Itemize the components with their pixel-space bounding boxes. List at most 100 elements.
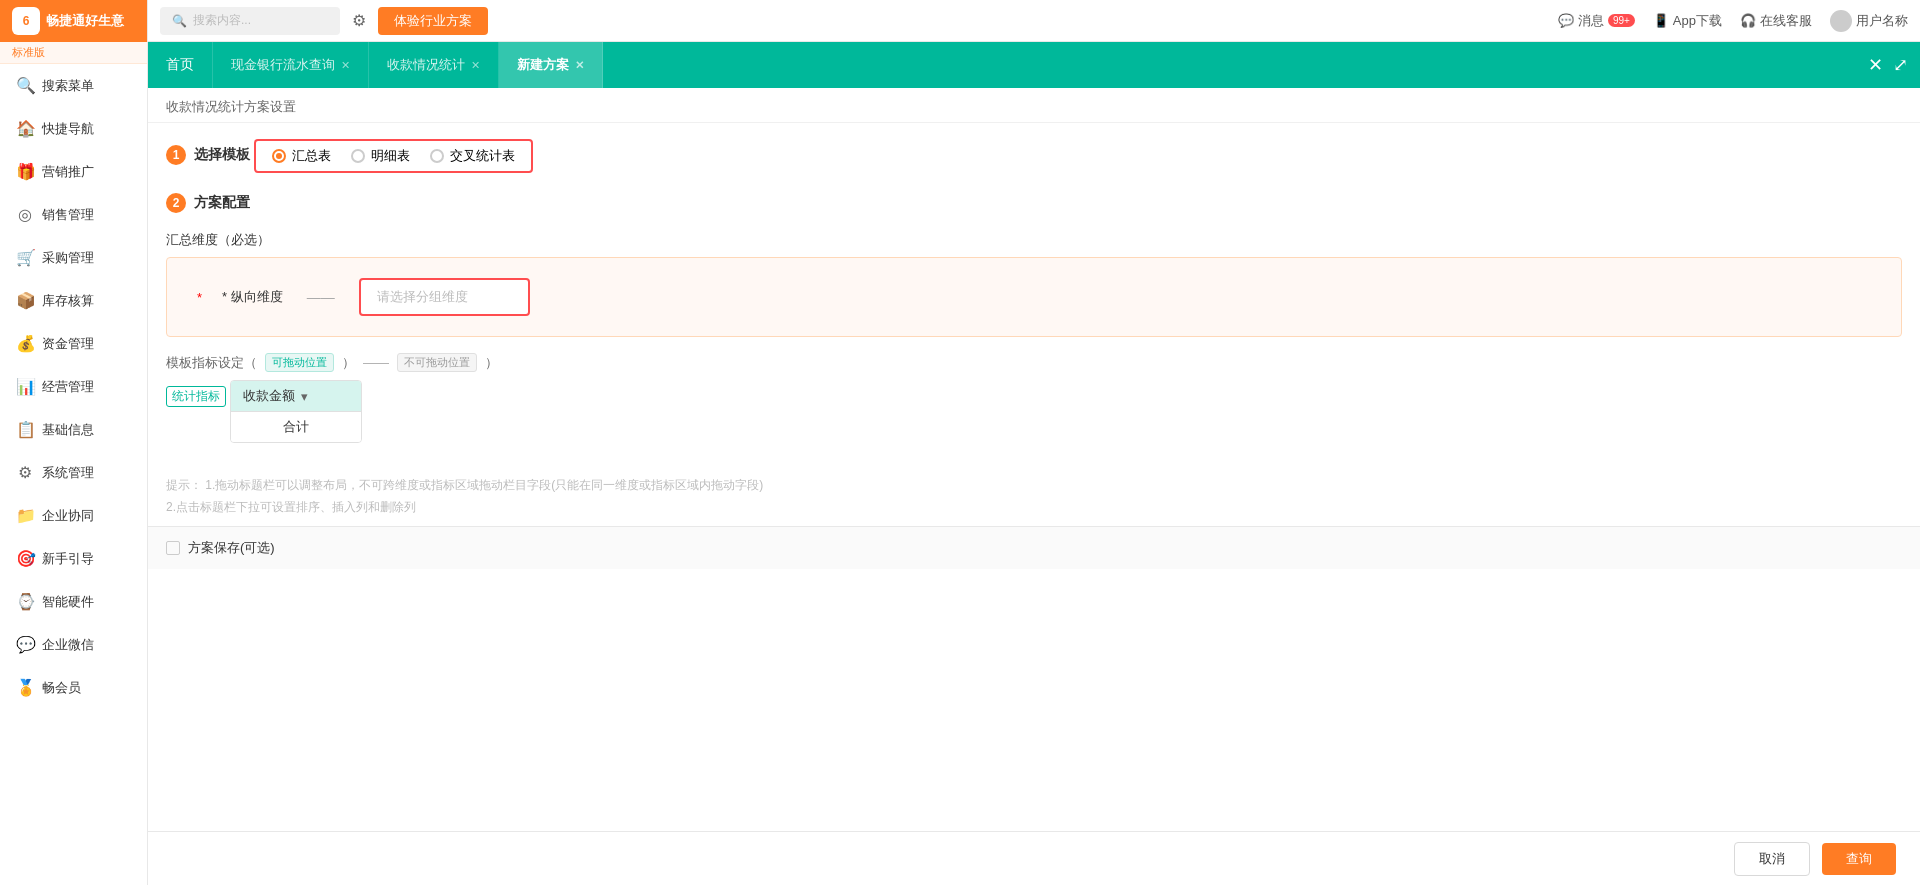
gift-icon: 🎁 bbox=[16, 162, 34, 181]
sidebar-item-basic[interactable]: 📋 基础信息 bbox=[0, 408, 147, 451]
sidebar-item-member[interactable]: 🏅 畅会员 bbox=[0, 666, 147, 709]
radio-dot-summary bbox=[272, 149, 286, 163]
user-avatar bbox=[1830, 10, 1852, 32]
industry-btn[interactable]: 体验行业方案 bbox=[378, 7, 488, 35]
dimension-title-area: 汇总维度（必选） bbox=[148, 231, 1920, 257]
user-item[interactable]: 用户名称 bbox=[1830, 10, 1908, 32]
content-inner: 收款情况统计方案设置 1 选择模板 汇总表 明细表 bbox=[148, 88, 1920, 831]
inventory-icon: 📦 bbox=[16, 291, 34, 310]
app-name: 畅捷通好生意 bbox=[46, 12, 124, 30]
query-button[interactable]: 查询 bbox=[1822, 843, 1896, 875]
tips-area: 提示： 1.拖动标题栏可以调整布局，不可跨维度或指标区域拖动栏目字段(只能在同一… bbox=[166, 475, 1902, 518]
sidebar-item-cooperation[interactable]: 📁 企业协同 bbox=[0, 494, 147, 537]
tab-close-bank[interactable]: ✕ bbox=[341, 59, 350, 72]
topbar-right: 💬 消息 99+ 📱 App下载 🎧 在线客服 用户名称 bbox=[1558, 10, 1908, 32]
step2-num: 2 bbox=[166, 193, 186, 213]
dimension-area: * * 纵向维度 —— 请选择分组维度 bbox=[166, 257, 1902, 337]
edition-badge: 标准版 bbox=[0, 42, 147, 64]
sidebar-item-purchase[interactable]: 🛒 采购管理 bbox=[0, 236, 147, 279]
search-icon: 🔍 bbox=[16, 76, 34, 95]
action-bar: 取消 查询 bbox=[148, 831, 1920, 885]
save-checkbox[interactable] bbox=[166, 541, 180, 555]
hardware-icon: ⌚ bbox=[16, 592, 34, 611]
notification-icon: 💬 bbox=[1558, 13, 1574, 28]
sidebar-item-nav[interactable]: 🏠 快捷导航 bbox=[0, 107, 147, 150]
download-icon: 📱 bbox=[1653, 13, 1669, 28]
indicators-section: 模板指标设定（ 可拖动位置 ） —— 不可拖动位置 ） 统计指标 收款金额 ▾ bbox=[166, 353, 1902, 443]
search-box[interactable]: 🔍 搜索内容... bbox=[160, 7, 340, 35]
settings-icon[interactable]: ⚙ bbox=[352, 11, 366, 30]
save-label: 方案保存(可选) bbox=[188, 539, 275, 557]
notification-item[interactable]: 💬 消息 99+ bbox=[1558, 12, 1635, 30]
notification-badge: 99+ bbox=[1608, 14, 1635, 27]
radio-summary[interactable]: 汇总表 bbox=[272, 147, 331, 165]
sidebar-item-management[interactable]: 📊 经营管理 bbox=[0, 365, 147, 408]
tab-close-receipt[interactable]: ✕ bbox=[471, 59, 480, 72]
radio-detail[interactable]: 明细表 bbox=[351, 147, 410, 165]
tab-close-new[interactable]: ✕ bbox=[575, 59, 584, 72]
radio-dot-detail bbox=[351, 149, 365, 163]
service-item[interactable]: 🎧 在线客服 bbox=[1740, 12, 1812, 30]
sidebar-item-finance[interactable]: 💰 资金管理 bbox=[0, 322, 147, 365]
tabbar: 首页 现金银行流水查询 ✕ 收款情况统计 ✕ 新建方案 ✕ ✕ ⤢ bbox=[148, 42, 1920, 88]
download-item[interactable]: 📱 App下载 bbox=[1653, 12, 1722, 30]
sales-icon: ◎ bbox=[16, 205, 34, 224]
home-icon: 🏠 bbox=[16, 119, 34, 138]
topbar: 🔍 搜索内容... ⚙ 体验行业方案 💬 消息 99+ 📱 App下载 🎧 在线… bbox=[148, 0, 1920, 42]
tip-line2: 2.点击标题栏下拉可设置排序、插入列和删除列 bbox=[166, 497, 1902, 519]
dimension-select[interactable]: 请选择分组维度 bbox=[359, 278, 530, 316]
wechat-icon: 💬 bbox=[16, 635, 34, 654]
step2-label: 2 方案配置 bbox=[166, 193, 250, 213]
tab-new-plan[interactable]: 新建方案 ✕ bbox=[499, 42, 603, 88]
breadcrumb: 收款情况统计方案设置 bbox=[166, 99, 296, 114]
sidebar-item-wechat[interactable]: 💬 企业微信 bbox=[0, 623, 147, 666]
step2-wrapper: 2 方案配置 bbox=[148, 193, 1920, 231]
footer-save: 方案保存(可选) bbox=[148, 526, 1920, 569]
arrow-icon: —— bbox=[307, 289, 335, 305]
template-selector: 汇总表 明细表 交叉统计表 bbox=[254, 139, 533, 173]
main-area: 🔍 搜索内容... ⚙ 体验行业方案 💬 消息 99+ 📱 App下载 🎧 在线… bbox=[148, 0, 1920, 885]
sidebar-logo: 6 畅捷通好生意 bbox=[0, 0, 147, 42]
content: 收款情况统计方案设置 1 选择模板 汇总表 明细表 bbox=[148, 88, 1920, 831]
sidebar-item-sales[interactable]: ◎ 销售管理 bbox=[0, 193, 147, 236]
drag-badge: 可拖动位置 bbox=[265, 353, 334, 372]
step1-label: 1 选择模板 bbox=[166, 145, 250, 165]
chevron-down-icon: ▾ bbox=[301, 389, 308, 404]
radio-cross[interactable]: 交叉统计表 bbox=[430, 147, 515, 165]
dimension-title: 汇总维度（必选） bbox=[166, 232, 270, 247]
stats-row-total: 合计 bbox=[231, 411, 361, 442]
basic-icon: 📋 bbox=[16, 420, 34, 439]
tab-close-window[interactable]: ✕ bbox=[1868, 54, 1883, 76]
finance-icon: 💰 bbox=[16, 334, 34, 353]
sidebar-item-system[interactable]: ⚙ 系统管理 bbox=[0, 451, 147, 494]
sidebar-item-guide[interactable]: 🎯 新手引导 bbox=[0, 537, 147, 580]
guide-icon: 🎯 bbox=[16, 549, 34, 568]
logo-icon: 6 bbox=[12, 7, 40, 35]
purchase-icon: 🛒 bbox=[16, 248, 34, 267]
service-icon: 🎧 bbox=[1740, 13, 1756, 28]
stats-table-container: 统计指标 收款金额 ▾ 合计 bbox=[166, 380, 362, 443]
tab-home[interactable]: 首页 bbox=[148, 42, 213, 88]
system-icon: ⚙ bbox=[16, 463, 34, 482]
sidebar-item-inventory[interactable]: 📦 库存核算 bbox=[0, 279, 147, 322]
stats-table: 收款金额 ▾ 合计 bbox=[230, 380, 362, 443]
step1-num: 1 bbox=[166, 145, 186, 165]
tabbar-actions: ✕ ⤢ bbox=[1868, 42, 1920, 88]
search-placeholder: 搜索内容... bbox=[193, 12, 251, 29]
sidebar-item-search[interactable]: 🔍 搜索菜单 bbox=[0, 64, 147, 107]
stats-col-header[interactable]: 收款金额 ▾ bbox=[231, 381, 361, 411]
stats-section-label: 统计指标 bbox=[166, 386, 226, 407]
search-icon-top: 🔍 bbox=[172, 14, 187, 28]
no-drag-badge: 不可拖动位置 bbox=[397, 353, 477, 372]
sidebar: 6 畅捷通好生意 标准版 🔍 搜索菜单 🏠 快捷导航 🎁 营销推广 ◎ 销售管理… bbox=[0, 0, 148, 885]
tab-receipt-stats[interactable]: 收款情况统计 ✕ bbox=[369, 42, 499, 88]
cancel-button[interactable]: 取消 bbox=[1734, 842, 1810, 876]
indicators-tables: 统计指标 收款金额 ▾ 合计 bbox=[166, 380, 1902, 443]
sidebar-item-marketing[interactable]: 🎁 营销推广 bbox=[0, 150, 147, 193]
tab-bank-flow[interactable]: 现金银行流水查询 ✕ bbox=[213, 42, 369, 88]
page-header: 收款情况统计方案设置 bbox=[148, 88, 1920, 123]
cooperation-icon: 📁 bbox=[16, 506, 34, 525]
tab-maximize[interactable]: ⤢ bbox=[1893, 54, 1908, 76]
sidebar-item-hardware[interactable]: ⌚ 智能硬件 bbox=[0, 580, 147, 623]
radio-dot-cross bbox=[430, 149, 444, 163]
